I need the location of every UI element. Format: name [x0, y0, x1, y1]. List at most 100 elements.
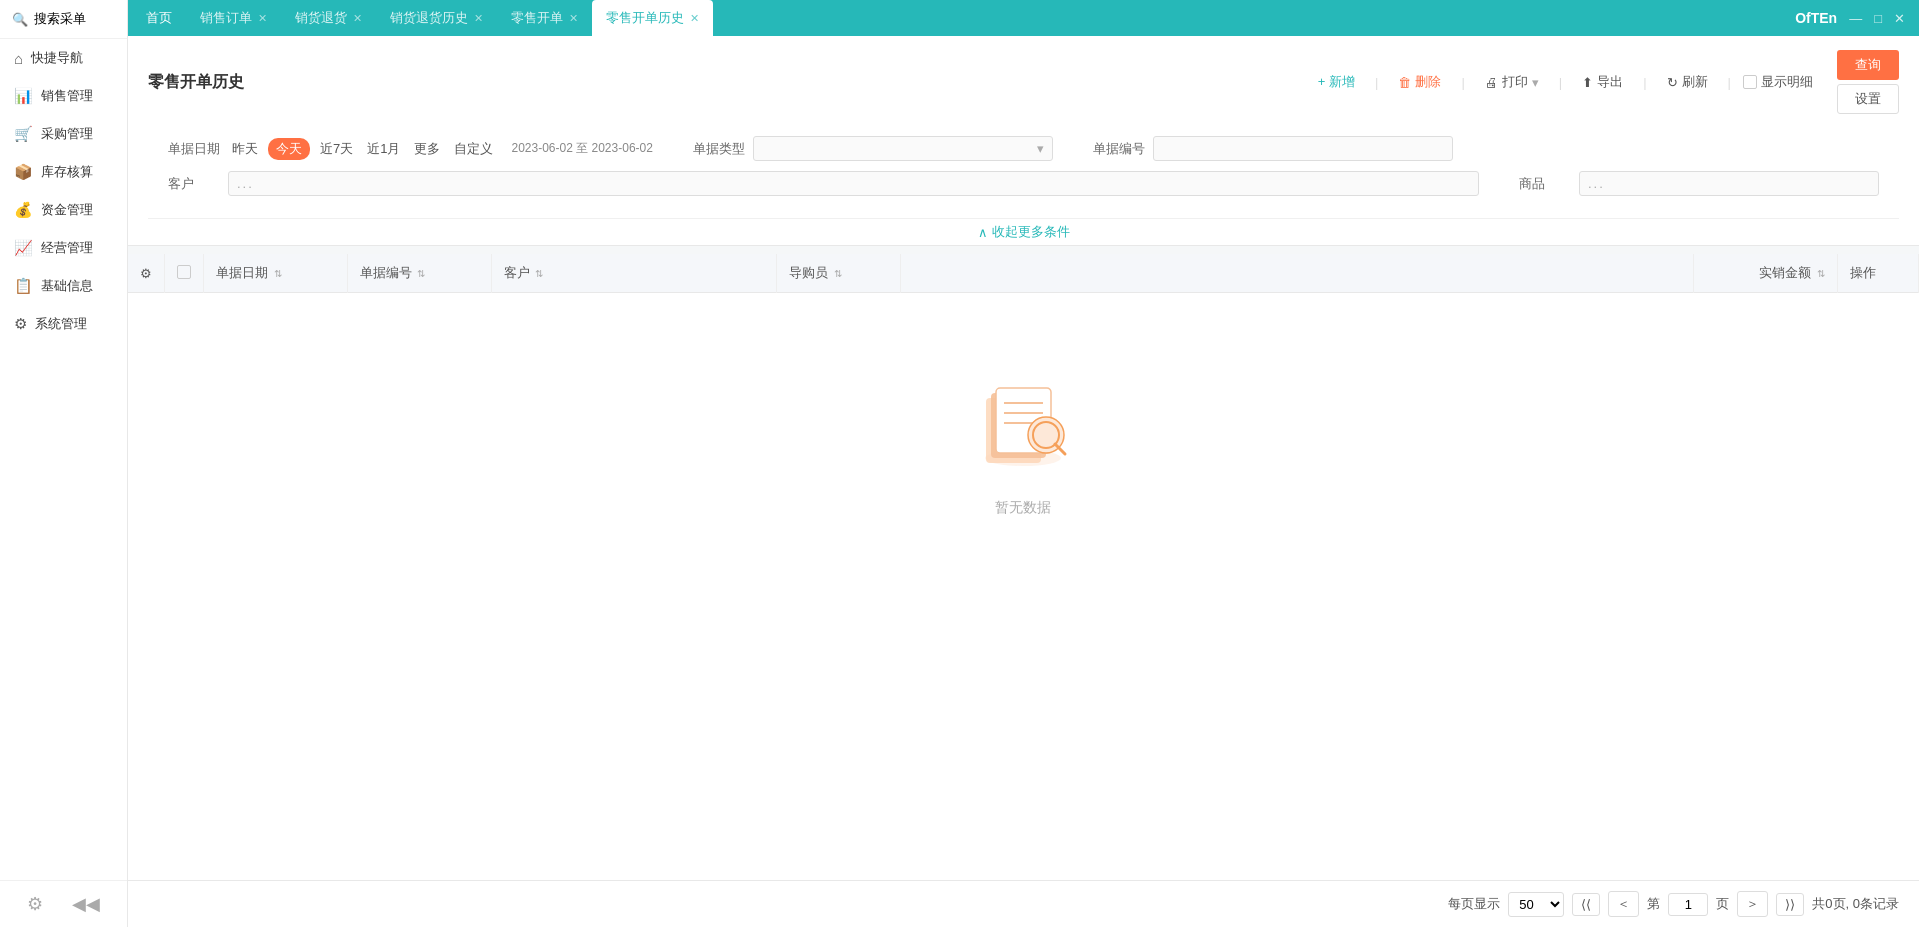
close-icon[interactable]: ✕ — [474, 12, 483, 25]
next-page-button[interactable]: ＞ — [1737, 891, 1768, 917]
display-toggle[interactable]: 显示明细 — [1743, 73, 1813, 91]
close-icon[interactable]: ✕ — [353, 12, 362, 25]
sort-icon[interactable]: ⇅ — [417, 268, 425, 279]
sidebar-item-purchase-mgmt[interactable]: 🛒 采购管理 — [0, 115, 127, 153]
close-icon[interactable]: ✕ — [569, 12, 578, 25]
tab-retail-open-hist[interactable]: 零售开单历史 ✕ — [592, 0, 713, 36]
date-range-display: 2023-06-02 至 2023-06-02 — [511, 140, 652, 157]
sidebar-item-label: 快捷导航 — [31, 49, 83, 67]
sidebar-item-stock-check[interactable]: 📦 库存核算 — [0, 153, 127, 191]
date-opt-more[interactable]: 更多 — [410, 138, 444, 160]
delete-button[interactable]: 🗑 删除 — [1390, 69, 1449, 95]
tab-sales-return[interactable]: 销货退货 ✕ — [281, 0, 376, 36]
th-salesperson: 导购员 ⇅ — [777, 254, 900, 293]
minimize-button[interactable]: — — [1849, 11, 1862, 26]
page-input[interactable] — [1668, 893, 1708, 916]
sidebar-item-basic-info[interactable]: 📋 基础信息 — [0, 267, 127, 305]
th-checkbox[interactable] — [165, 254, 204, 293]
th-amount — [900, 254, 1694, 293]
home-icon: ⌂ — [14, 50, 23, 67]
tab-home[interactable]: 首页 — [132, 0, 186, 36]
th-customer: 客户 ⇅ — [491, 254, 777, 293]
th-amount-label: 实销金额 — [1759, 265, 1811, 280]
close-icon[interactable]: ✕ — [258, 12, 267, 25]
add-button[interactable]: + 新增 — [1310, 69, 1363, 95]
collapse-bar[interactable]: ∧ 收起更多条件 — [148, 218, 1899, 245]
sort-icon[interactable]: ⇅ — [274, 268, 282, 279]
num-input[interactable] — [1153, 136, 1453, 161]
print-icon: 🖨 — [1485, 75, 1498, 90]
tab-sales-order[interactable]: 销售订单 ✕ — [186, 0, 281, 36]
filter-row-customer: 客户 ... 商品 ... — [168, 171, 1879, 196]
page-header: 零售开单历史 + 新增 | 🗑 删除 | 🖨 打印 ▾ | — [128, 36, 1919, 246]
empty-state: 暂无数据 — [128, 293, 1919, 597]
th-date: 单据日期 ⇅ — [204, 254, 348, 293]
type-filter-field: 单据类型 ▾ — [693, 136, 1053, 161]
table-settings-icon[interactable]: ⚙ — [140, 266, 152, 281]
settings-footer-icon[interactable]: ⚙ — [27, 893, 43, 915]
sidebar-item-ops-mgmt[interactable]: 📈 经营管理 — [0, 229, 127, 267]
th-salesperson-label: 导购员 — [789, 265, 828, 280]
page-title: 零售开单历史 — [148, 72, 244, 93]
first-page-button[interactable]: ⟨⟨ — [1572, 893, 1600, 916]
export-button[interactable]: ⬆ 导出 — [1574, 69, 1631, 95]
sidebar-item-sys-mgmt[interactable]: ⚙ 系统管理 — [0, 305, 127, 343]
date-opt-yesterday[interactable]: 昨天 — [228, 138, 262, 160]
chevron-up-icon: ∧ — [978, 225, 988, 240]
tab-retail-open[interactable]: 零售开单 ✕ — [497, 0, 592, 36]
window-controls: OfTEn — □ ✕ — [1795, 10, 1915, 26]
date-opt-7days[interactable]: 近7天 — [316, 138, 357, 160]
maximize-button[interactable]: □ — [1874, 11, 1882, 26]
print-button[interactable]: 🖨 打印 ▾ — [1477, 69, 1547, 95]
sort-icon[interactable]: ⇅ — [535, 268, 543, 279]
per-page-select[interactable]: 50 10 20 100 — [1508, 892, 1564, 917]
sidebar-item-label: 基础信息 — [41, 277, 93, 295]
th-settings[interactable]: ⚙ — [128, 254, 165, 293]
type-select[interactable]: ▾ — [753, 136, 1053, 161]
query-button[interactable]: 查询 — [1837, 50, 1899, 80]
sidebar-item-quick-nav[interactable]: ⌂ 快捷导航 — [0, 39, 127, 77]
empty-illustration — [968, 373, 1078, 483]
type-filter-label: 单据类型 — [693, 140, 753, 158]
th-num-label: 单据编号 — [360, 265, 412, 280]
refresh-icon: ↻ — [1667, 75, 1678, 90]
tab-bar: 首页 销售订单 ✕ 销货退货 ✕ 销货退货历史 ✕ 零售开单 ✕ 零售开单历史 … — [128, 0, 1919, 36]
chevron-down-icon: ▾ — [1532, 75, 1539, 90]
tab-sales-return-label: 销货退货 — [295, 9, 347, 27]
tab-sales-return-hist[interactable]: 销货退货历史 ✕ — [376, 0, 497, 36]
export-icon: ⬆ — [1582, 75, 1593, 90]
refresh-button[interactable]: ↻ 刷新 — [1659, 69, 1716, 95]
th-actions-label: 操作 — [1850, 265, 1876, 280]
num-filter-label: 单据编号 — [1093, 140, 1153, 158]
page-label: 第 — [1647, 895, 1660, 913]
money-icon: 💰 — [14, 201, 33, 219]
toolbar: + 新增 | 🗑 删除 | 🖨 打印 ▾ | ⬆ 导出 — [1310, 50, 1899, 114]
doc-icon: 📋 — [14, 277, 33, 295]
tab-retail-open-label: 零售开单 — [511, 9, 563, 27]
date-opt-1month[interactable]: 近1月 — [363, 138, 404, 160]
sort-icon[interactable]: ⇅ — [834, 268, 842, 279]
sidebar-item-fund-mgmt[interactable]: 💰 资金管理 — [0, 191, 127, 229]
table-container: ⚙ 单据日期 ⇅ 单据编号 ⇅ — [128, 254, 1919, 880]
tab-home-label: 首页 — [146, 9, 172, 27]
date-opt-today[interactable]: 今天 — [268, 138, 310, 160]
close-window-button[interactable]: ✕ — [1894, 11, 1905, 26]
select-all-checkbox[interactable] — [177, 265, 191, 279]
collapse-sidebar-icon[interactable]: ◀◀ — [72, 893, 100, 915]
tab-sales-order-label: 销售订单 — [200, 9, 252, 27]
sidebar-search[interactable]: 🔍 搜索采单 — [0, 0, 127, 39]
close-icon[interactable]: ✕ — [690, 12, 699, 25]
prev-page-button[interactable]: ＜ — [1608, 891, 1639, 917]
setting-button[interactable]: 设置 — [1837, 84, 1899, 114]
customer-input[interactable]: ... — [228, 171, 1479, 196]
tab-retail-open-hist-label: 零售开单历史 — [606, 9, 684, 27]
sidebar-item-sales-mgmt[interactable]: 📊 销售管理 — [0, 77, 127, 115]
num-filter-field: 单据编号 — [1093, 136, 1453, 161]
last-page-button[interactable]: ⟩⟩ — [1776, 893, 1804, 916]
product-input[interactable]: ... — [1579, 171, 1879, 196]
th-actions: 操作 — [1837, 254, 1918, 293]
checkbox-display — [1743, 75, 1757, 89]
date-opt-custom[interactable]: 自定义 — [450, 138, 497, 160]
sort-icon[interactable]: ⇅ — [1817, 268, 1825, 279]
sidebar-item-label: 采购管理 — [41, 125, 93, 143]
